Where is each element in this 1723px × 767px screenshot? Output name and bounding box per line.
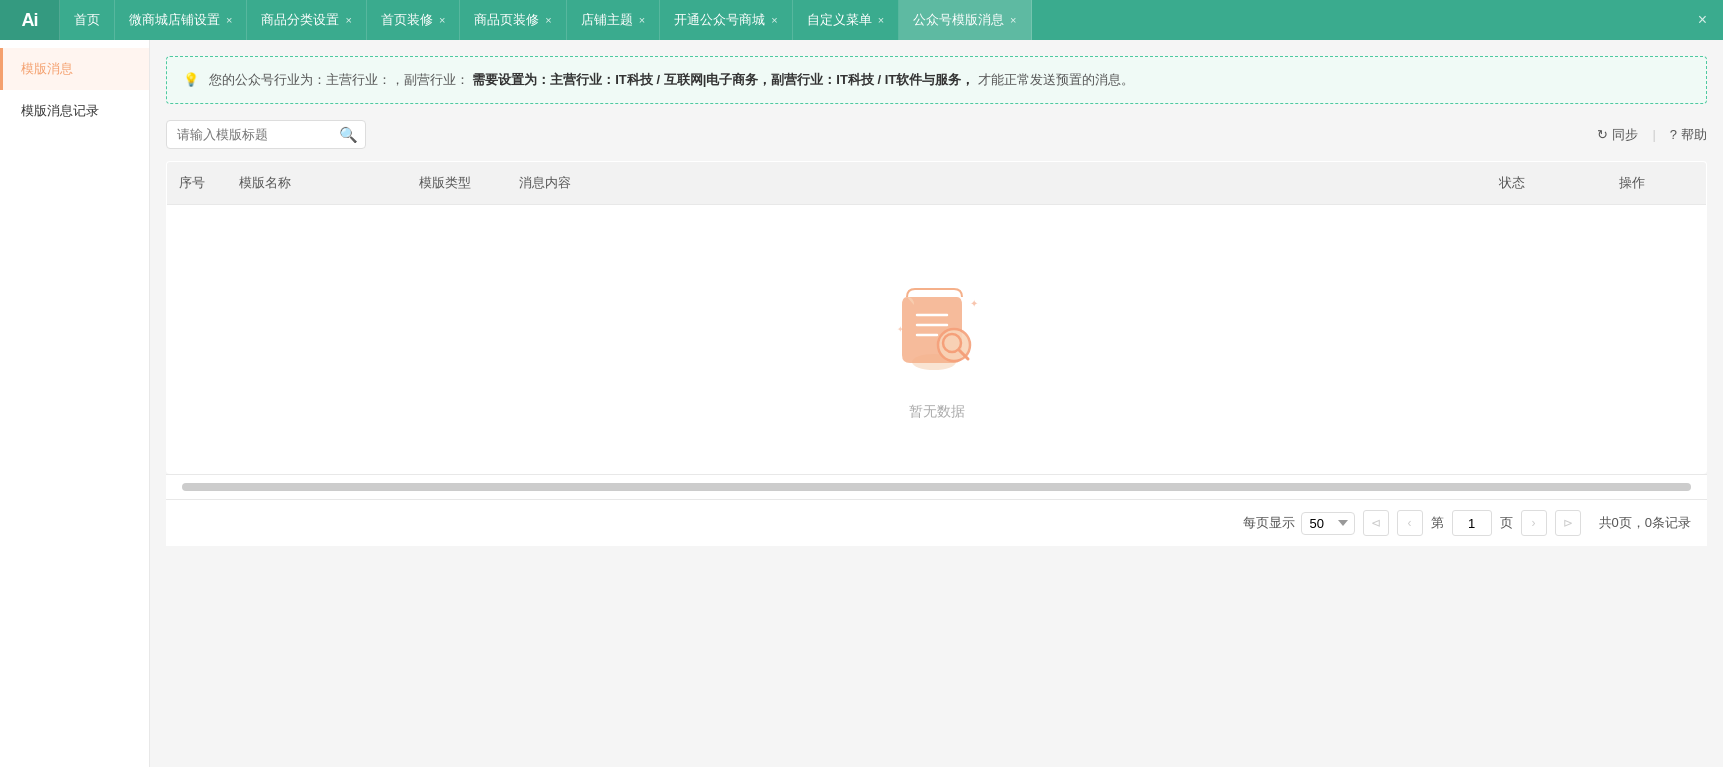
pagination: 每页显示 10 20 50 100 ⊲ ‹ 第 页 › ⊳ 共0页，0条记录 (166, 499, 1707, 546)
tab-home-decor-label: 首页装修 (381, 11, 433, 29)
tab-product-decor-label: 商品页装修 (474, 11, 539, 29)
col-header-name: 模版名称 (227, 162, 407, 205)
sidebar: 模版消息 模版消息记录 (0, 40, 150, 767)
top-nav: Ai 首页 微商城店铺设置 × 商品分类设置 × 首页装修 × 商品页装修 × … (0, 0, 1723, 40)
close-category-settings-icon[interactable]: × (345, 14, 351, 26)
col-header-content: 消息内容 (507, 162, 1487, 205)
sidebar-item-template-record[interactable]: 模版消息记录 (0, 90, 149, 132)
tab-open-mall-label: 开通公众号商城 (674, 11, 765, 29)
tab-custom-menu[interactable]: 自定义菜单 × (793, 0, 899, 40)
close-product-decor-icon[interactable]: × (545, 14, 551, 26)
col-header-status: 状态 (1487, 162, 1607, 205)
help-button[interactable]: ? 帮助 (1670, 126, 1707, 144)
tab-store-settings-label: 微商城店铺设置 (129, 11, 220, 29)
logo-tab[interactable]: Ai (0, 0, 60, 40)
tab-home[interactable]: 首页 (60, 0, 115, 40)
empty-state-cell: ✦ ✦ 暂无数据 (167, 205, 1707, 474)
close-custom-menu-icon[interactable]: × (878, 14, 884, 26)
search-left: 🔍 (166, 120, 366, 149)
tab-template-msg[interactable]: 公众号模版消息 × (899, 0, 1031, 40)
search-input-wrap: 🔍 (166, 120, 366, 149)
svg-text:✦: ✦ (897, 325, 904, 334)
col-header-action: 操作 (1607, 162, 1707, 205)
layout: 模版消息 模版消息记录 💡 您的公众号行业为：主营行业：，副营行业： 需要设置为… (0, 40, 1723, 767)
tab-open-mall[interactable]: 开通公众号商城 × (660, 0, 792, 40)
page-size-select[interactable]: 10 20 50 100 (1301, 512, 1355, 535)
tab-home-label: 首页 (74, 11, 100, 29)
main-content: 💡 您的公众号行业为：主营行业：，副营行业： 需要设置为：主营行业：IT科技 /… (150, 40, 1723, 767)
sidebar-item-template-msg-label: 模版消息 (21, 61, 73, 76)
tab-home-decor[interactable]: 首页装修 × (367, 0, 460, 40)
search-right: ↻ 同步 | ? 帮助 (1597, 126, 1707, 144)
empty-state: ✦ ✦ 暂无数据 (179, 217, 1694, 461)
page-label: 第 (1431, 514, 1444, 532)
table-header-row: 序号 模版名称 模版类型 消息内容 状态 操作 (167, 162, 1707, 205)
tab-category-settings-label: 商品分类设置 (261, 11, 339, 29)
page-suffix: 页 (1500, 514, 1513, 532)
close-store-settings-icon[interactable]: × (226, 14, 232, 26)
notice-suffix: 才能正常发送预置的消息。 (978, 72, 1134, 87)
close-template-msg-icon[interactable]: × (1010, 14, 1016, 26)
close-store-theme-icon[interactable]: × (639, 14, 645, 26)
col-header-seq: 序号 (167, 162, 227, 205)
sync-button[interactable]: ↻ 同步 (1597, 126, 1638, 144)
tab-store-theme-label: 店铺主题 (581, 11, 633, 29)
page-prev-button[interactable]: ‹ (1397, 510, 1423, 536)
col-header-type: 模版类型 (407, 162, 507, 205)
tab-custom-menu-label: 自定义菜单 (807, 11, 872, 29)
horizontal-scrollbar[interactable] (182, 483, 1691, 491)
help-icon: ? (1670, 127, 1677, 142)
close-home-decor-icon[interactable]: × (439, 14, 445, 26)
empty-icon: ✦ ✦ (882, 277, 992, 387)
notice-icon: 💡 (183, 72, 199, 87)
page-total: 共0页，0条记录 (1599, 514, 1691, 532)
tab-store-theme[interactable]: 店铺主题 × (567, 0, 660, 40)
empty-text: 暂无数据 (179, 403, 1694, 421)
sync-label: 同步 (1612, 126, 1638, 144)
data-table: 序号 模版名称 模版类型 消息内容 状态 操作 (166, 161, 1707, 474)
close-open-mall-icon[interactable]: × (771, 14, 777, 26)
tab-category-settings[interactable]: 商品分类设置 × (247, 0, 366, 40)
search-input[interactable] (166, 120, 366, 149)
page-next-button[interactable]: › (1521, 510, 1547, 536)
svg-text:✦: ✦ (970, 298, 978, 309)
page-input[interactable] (1452, 510, 1492, 536)
notice-highlight: 需要设置为：主营行业：IT科技 / 互联网|电子商务，副营行业：IT科技 / I… (472, 72, 974, 87)
search-icon[interactable]: 🔍 (339, 126, 358, 144)
sidebar-item-template-msg[interactable]: 模版消息 (0, 48, 149, 90)
page-first-button[interactable]: ⊲ (1363, 510, 1389, 536)
sync-icon: ↻ (1597, 127, 1608, 142)
page-size-wrap: 每页显示 10 20 50 100 (1243, 512, 1355, 535)
sidebar-item-template-record-label: 模版消息记录 (21, 103, 99, 118)
tab-store-settings[interactable]: 微商城店铺设置 × (115, 0, 247, 40)
search-bar: 🔍 ↻ 同步 | ? 帮助 (166, 120, 1707, 149)
tab-template-msg-label: 公众号模版消息 (913, 11, 1004, 29)
close-all-button[interactable]: × (1682, 11, 1723, 29)
notice-box: 💡 您的公众号行业为：主营行业：，副营行业： 需要设置为：主营行业：IT科技 /… (166, 56, 1707, 104)
tab-product-decor[interactable]: 商品页装修 × (460, 0, 566, 40)
scrollbar-row (166, 474, 1707, 499)
empty-state-row: ✦ ✦ 暂无数据 (167, 205, 1707, 474)
table-body: ✦ ✦ 暂无数据 (167, 205, 1707, 474)
logo-text: Ai (22, 10, 38, 31)
help-label: 帮助 (1681, 126, 1707, 144)
divider: | (1652, 127, 1655, 142)
page-size-label: 每页显示 (1243, 514, 1295, 532)
page-last-button[interactable]: ⊳ (1555, 510, 1581, 536)
notice-prefix: 您的公众号行业为：主营行业：，副营行业： (209, 72, 469, 87)
